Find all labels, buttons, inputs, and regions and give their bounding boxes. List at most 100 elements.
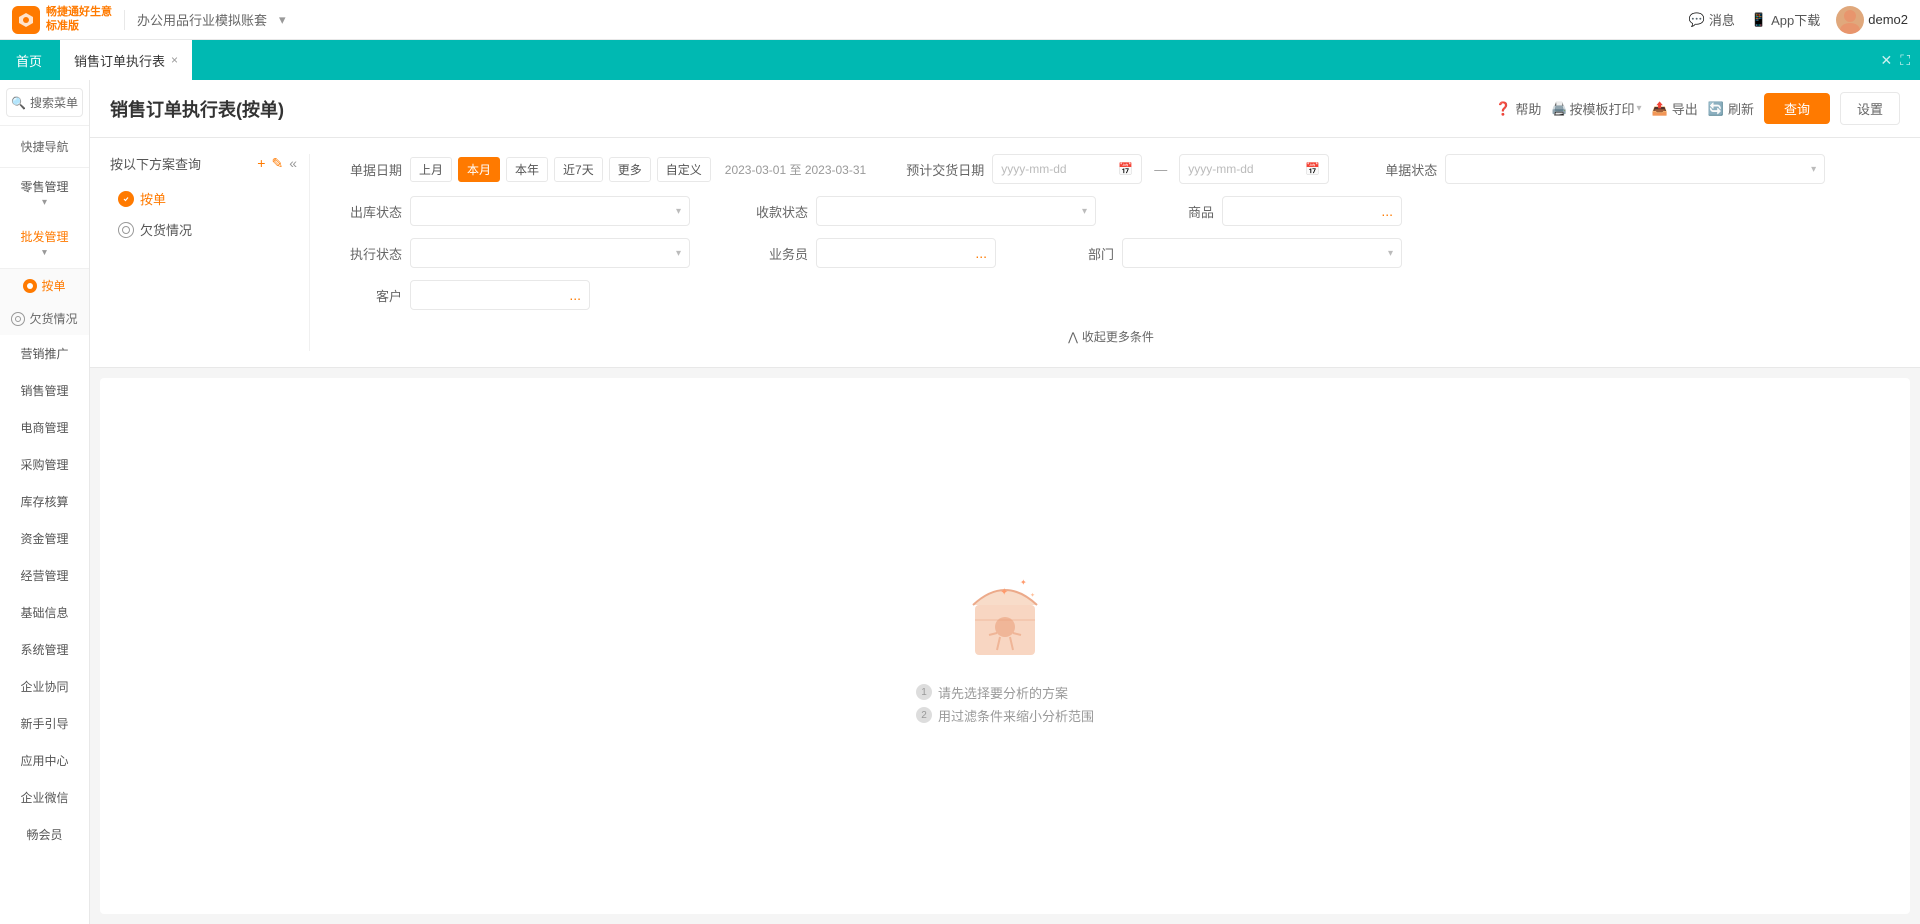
collapse-more-btn[interactable]: ⋀ 收起更多条件: [322, 322, 1900, 351]
chevron-down-icon: ▾: [1388, 248, 1393, 259]
out-status-select[interactable]: ▾: [410, 196, 690, 226]
print-icon: 🖨️: [1551, 101, 1567, 117]
filter-option-owe[interactable]: 欠货情况: [110, 214, 297, 245]
sidebar-submenu-order[interactable]: 按单: [0, 269, 89, 302]
sidebar-item-member[interactable]: 畅会员: [0, 816, 89, 853]
sidebar-item-marketing[interactable]: 营销推广: [0, 335, 89, 372]
customer-ellipsis-icon[interactable]: ...: [569, 287, 581, 303]
expected-date-to[interactable]: yyyy-mm-dd 📅: [1179, 154, 1329, 184]
expected-date-from[interactable]: yyyy-mm-dd 📅: [992, 154, 1142, 184]
sidebar-item-basic[interactable]: 基础信息: [0, 594, 89, 631]
date-btn-7days[interactable]: 近7天: [554, 157, 603, 182]
dot-icon: [23, 279, 37, 293]
page-header-actions: ❓ 帮助 🖨️ 按模板打印 ▾ 📤 导出 🔄 刷新 查询 设置: [1495, 92, 1900, 137]
filter-row-date: 单据日期 上月 本月 本年 近7天 更多 自定义 2023-03-01 至 20…: [322, 154, 1900, 184]
svg-text:✦: ✦: [1030, 592, 1035, 599]
date-separator: —: [1154, 162, 1167, 177]
svg-text:✦: ✦: [1020, 578, 1027, 587]
export-icon: 📤: [1652, 101, 1668, 117]
tab-spacer: [192, 40, 1870, 80]
top-bar-right: 💬 消息 📱 App下载 demo2: [1689, 6, 1908, 34]
sidebar-item-inventory[interactable]: 库存核算: [0, 483, 89, 520]
app-download-action[interactable]: 📱 App下载: [1751, 10, 1820, 29]
user-area[interactable]: demo2: [1836, 6, 1908, 34]
filter-panel-header: 按以下方案查询 + ✎ «: [110, 154, 297, 173]
refresh-icon: 🔄: [1708, 101, 1724, 117]
salesperson-ellipsis-icon[interactable]: ...: [975, 245, 987, 261]
top-bar-dropdown-icon[interactable]: ▾: [279, 12, 286, 28]
sidebar-item-wholesale[interactable]: 批发管理 ▴: [0, 218, 89, 268]
date-btn-this-month[interactable]: 本月: [458, 157, 500, 182]
goods-input[interactable]: ...: [1222, 196, 1402, 226]
window-close-btn[interactable]: ✕: [1880, 52, 1892, 69]
add-filter-icon[interactable]: +: [257, 155, 265, 172]
doc-status-label: 单据状态: [1357, 160, 1437, 179]
sidebar-item-ecommerce[interactable]: 电商管理: [0, 409, 89, 446]
sidebar-item-purchase[interactable]: 采购管理: [0, 446, 89, 483]
customer-input[interactable]: ...: [410, 280, 590, 310]
tab-active[interactable]: 销售订单执行表 ×: [60, 40, 192, 80]
date-btn-more[interactable]: 更多: [609, 157, 651, 182]
search-icon: 🔍: [11, 96, 26, 110]
date-button-group: 上月 本月 本年 近7天 更多 自定义: [410, 157, 711, 182]
sidebar-item-enterprise[interactable]: 企业协同: [0, 668, 89, 705]
top-bar-left: 畅捷通好生意 标准版 办公用品行业模拟账套 ▾: [12, 6, 286, 34]
receive-status-select[interactable]: ▾: [816, 196, 1096, 226]
exec-status-select[interactable]: ▾: [410, 238, 690, 268]
filter-option-order[interactable]: 按单: [110, 183, 297, 214]
print-btn[interactable]: 🖨️ 按模板打印 ▾: [1551, 99, 1641, 118]
date-btn-last-month[interactable]: 上月: [410, 157, 452, 182]
help-btn[interactable]: ❓ 帮助: [1495, 99, 1541, 118]
salesperson-input[interactable]: ...: [816, 238, 996, 268]
chevron-down-icon: ▾: [676, 206, 681, 217]
refresh-btn[interactable]: 🔄 刷新: [1708, 99, 1754, 118]
chevron-down-icon: ▾: [1811, 164, 1816, 175]
sidebar-nav: 快捷导航: [0, 126, 89, 168]
exec-status-label: 执行状态: [322, 244, 402, 263]
empty-state: ✦ ✦ ✦ 1 请先选择要分析的方案: [100, 378, 1910, 914]
date-btn-custom[interactable]: 自定义: [657, 157, 711, 182]
export-btn[interactable]: 📤 导出: [1652, 99, 1698, 118]
settings-btn[interactable]: 设置: [1840, 92, 1900, 125]
sidebar-item-corpwechat[interactable]: 企业微信: [0, 779, 89, 816]
avatar: [1836, 6, 1864, 34]
doc-status-select[interactable]: ▾: [1445, 154, 1825, 184]
filter-area: 按以下方案查询 + ✎ « 按单: [90, 138, 1920, 368]
goods-ellipsis-icon[interactable]: ...: [1381, 203, 1393, 219]
top-bar-title: 办公用品行业模拟账套: [137, 10, 267, 29]
sidebar-item-retail[interactable]: 零售管理 ▾: [0, 168, 89, 218]
sidebar-item-appcenter[interactable]: 应用中心: [0, 742, 89, 779]
sidebar-item-newuser[interactable]: 新手引导: [0, 705, 89, 742]
filter-row-customer: 客户 ...: [322, 280, 1900, 310]
sidebar-item-finance[interactable]: 资金管理: [0, 520, 89, 557]
owe-circle-icon: [11, 312, 25, 326]
collapse-panel-icon[interactable]: «: [289, 155, 297, 172]
tab-home[interactable]: 首页: [0, 40, 58, 80]
window-maximize-btn[interactable]: ⛶: [1900, 52, 1910, 69]
sidebar-item-sales[interactable]: 销售管理: [0, 372, 89, 409]
sidebar-item-business[interactable]: 经营管理: [0, 557, 89, 594]
message-action[interactable]: 💬 消息: [1689, 10, 1735, 29]
sidebar-quick-nav[interactable]: 快捷导航: [0, 132, 89, 161]
date-btn-this-year[interactable]: 本年: [506, 157, 548, 182]
sidebar-submenu-owe[interactable]: 欠货情况: [0, 302, 89, 335]
filter-row-exec: 执行状态 ▾ 业务员 ... 部门 ▾: [322, 238, 1900, 268]
edit-filter-icon[interactable]: ✎: [271, 155, 283, 172]
logo-icon: [12, 6, 40, 34]
search-btn[interactable]: 查询: [1764, 93, 1830, 124]
tab-close-icon[interactable]: ×: [171, 53, 178, 67]
filter-panel-title: 按以下方案查询: [110, 154, 201, 173]
chevron-down-icon: ▾: [676, 248, 681, 259]
dept-label: 部门: [1034, 244, 1114, 263]
sidebar-search-btn[interactable]: 🔍 搜索菜单: [6, 88, 83, 117]
sidebar-submenu-wholesale: 按单 欠货情况: [0, 268, 89, 335]
tab-bar-actions: ✕ ⛶: [1870, 40, 1920, 80]
sidebar-item-system[interactable]: 系统管理: [0, 631, 89, 668]
calendar-from-icon: 📅: [1118, 162, 1133, 176]
page-title: 销售订单执行表(按单): [110, 96, 284, 134]
customer-label: 客户: [322, 286, 402, 305]
dept-select[interactable]: ▾: [1122, 238, 1402, 268]
logo-text: 畅捷通好生意 标准版: [46, 6, 112, 32]
filter-panel-icons: + ✎ «: [257, 155, 297, 172]
salesperson-label: 业务员: [728, 244, 808, 263]
